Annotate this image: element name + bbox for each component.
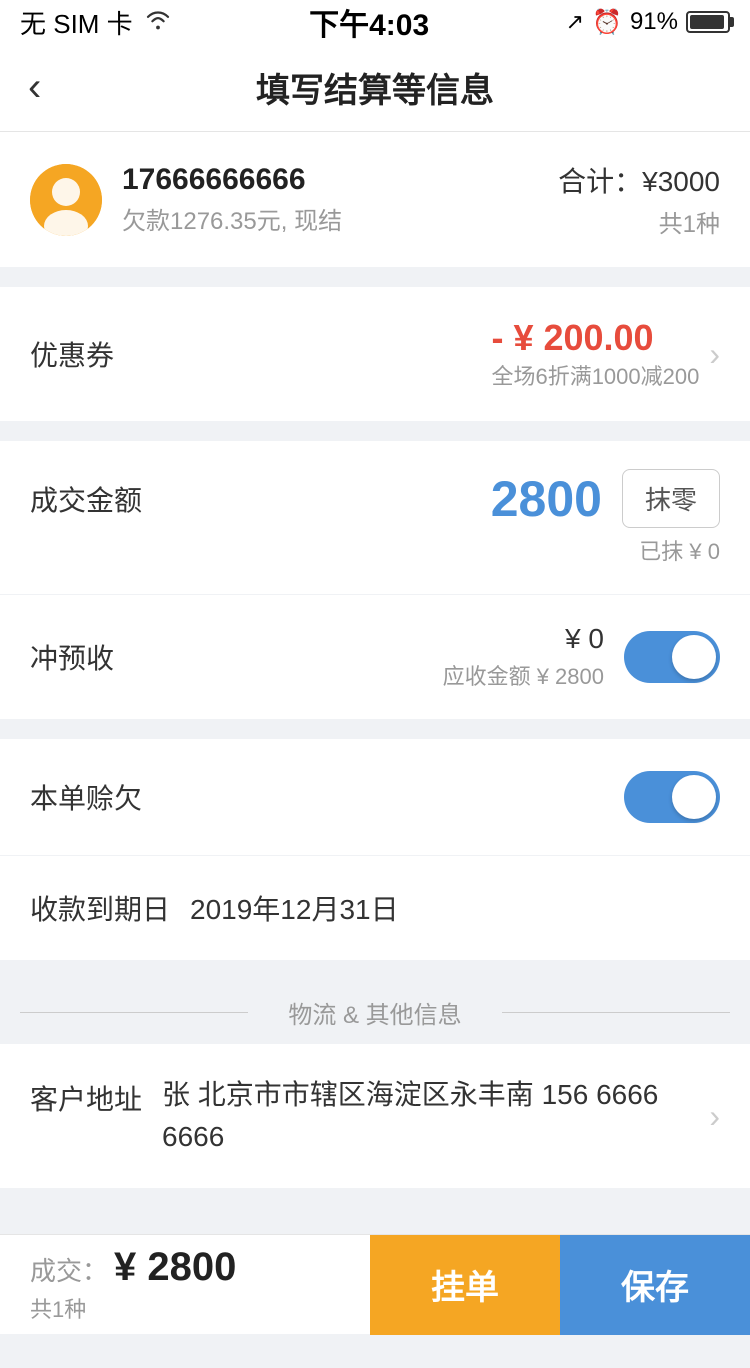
avatar (30, 164, 102, 236)
prereceive-amount: ¥ 0 (443, 623, 604, 655)
round-zero-button[interactable]: 抹零 (622, 469, 720, 528)
battery-text: 91% (630, 8, 678, 36)
prereceive-label: 冲预收 (30, 637, 114, 677)
customer-row: 17666666666 欠款1276.35元, 现结 合计：¥3000 共1种 (0, 132, 750, 267)
address-section[interactable]: 客户地址 张 北京市市辖区海淀区永丰南 156 6666 6666 › (0, 1044, 750, 1188)
duedate-value: 2019年12月31日 (190, 888, 399, 928)
wifi-icon (143, 7, 173, 38)
address-label: 客户地址 (30, 1074, 142, 1118)
address-chevron-icon: › (709, 1098, 720, 1135)
prereceive-section: 冲预收 ¥ 0 应收金额 ¥ 2800 (0, 595, 750, 719)
logistics-separator: 物流 & 其他信息 (0, 980, 750, 1044)
deal-amount-value: 2800 (491, 470, 602, 528)
hang-button[interactable]: 挂单 (370, 1235, 560, 1335)
prereceive-sub: 应收金额 ¥ 2800 (443, 659, 604, 691)
footer-count: 共1种 (30, 1292, 340, 1324)
location-icon: ↗ (566, 9, 584, 35)
divider-4 (0, 960, 750, 980)
deal-amount-label: 成交金额 (30, 479, 142, 519)
credit-toggle[interactable] (624, 771, 720, 823)
footer-deal-amount: ¥ 2800 (114, 1245, 236, 1290)
status-time: 下午4:03 (309, 0, 429, 44)
duedate-label: 收款到期日 (30, 888, 170, 928)
chevron-right-icon: › (709, 336, 720, 373)
coupon-amount: - ¥ 200.00 (491, 317, 699, 359)
status-bar: 无 SIM 卡 下午4:03 ↗ ⏰ 91% (0, 0, 750, 44)
page-title: 填写结算等信息 (256, 63, 494, 112)
prereceive-toggle[interactable] (624, 631, 720, 683)
logistics-line-right (502, 1012, 730, 1013)
address-value: 张 北京市市辖区海淀区永丰南 156 6666 6666 (162, 1074, 699, 1158)
customer-phone: 17666666666 (122, 163, 342, 197)
save-button[interactable]: 保存 (560, 1235, 750, 1335)
customer-count: 共1种 (558, 204, 720, 239)
carrier-text: 无 SIM 卡 (20, 4, 133, 41)
divider-2 (0, 421, 750, 441)
logistics-line-left (20, 1012, 248, 1013)
coupon-label: 优惠券 (30, 334, 114, 374)
status-right: ↗ ⏰ 91% (566, 8, 730, 37)
battery-icon (686, 11, 730, 33)
credit-section: 本单赊欠 (0, 739, 750, 855)
divider-3 (0, 719, 750, 739)
alarm-icon: ⏰ (592, 8, 622, 37)
coupon-row[interactable]: 优惠券 - ¥ 200.00 全场6折满1000减200 › (0, 287, 750, 421)
logistics-text: 物流 & 其他信息 (288, 995, 461, 1030)
credit-label: 本单赊欠 (30, 777, 142, 817)
deal-amount-section: 成交金额 2800 抹零 已抹 ¥ 0 (0, 441, 750, 594)
footer: 成交： ¥ 2800 共1种 挂单 保存 (0, 1234, 750, 1334)
footer-info: 成交： ¥ 2800 共1种 (0, 1245, 370, 1324)
deal-amount-sub: 已抹 ¥ 0 (30, 534, 720, 566)
customer-debt: 欠款1276.35元, 现结 (122, 201, 342, 236)
status-carrier: 无 SIM 卡 (20, 4, 173, 41)
back-button[interactable]: ‹ (28, 65, 41, 110)
coupon-desc: 全场6折满1000减200 (491, 359, 699, 391)
nav-bar: ‹ 填写结算等信息 (0, 44, 750, 132)
customer-total: 合计：¥3000 (558, 160, 720, 200)
divider-1 (0, 267, 750, 287)
footer-deal-label: 成交： (30, 1251, 108, 1288)
duedate-section: 收款到期日 2019年12月31日 (0, 856, 750, 960)
